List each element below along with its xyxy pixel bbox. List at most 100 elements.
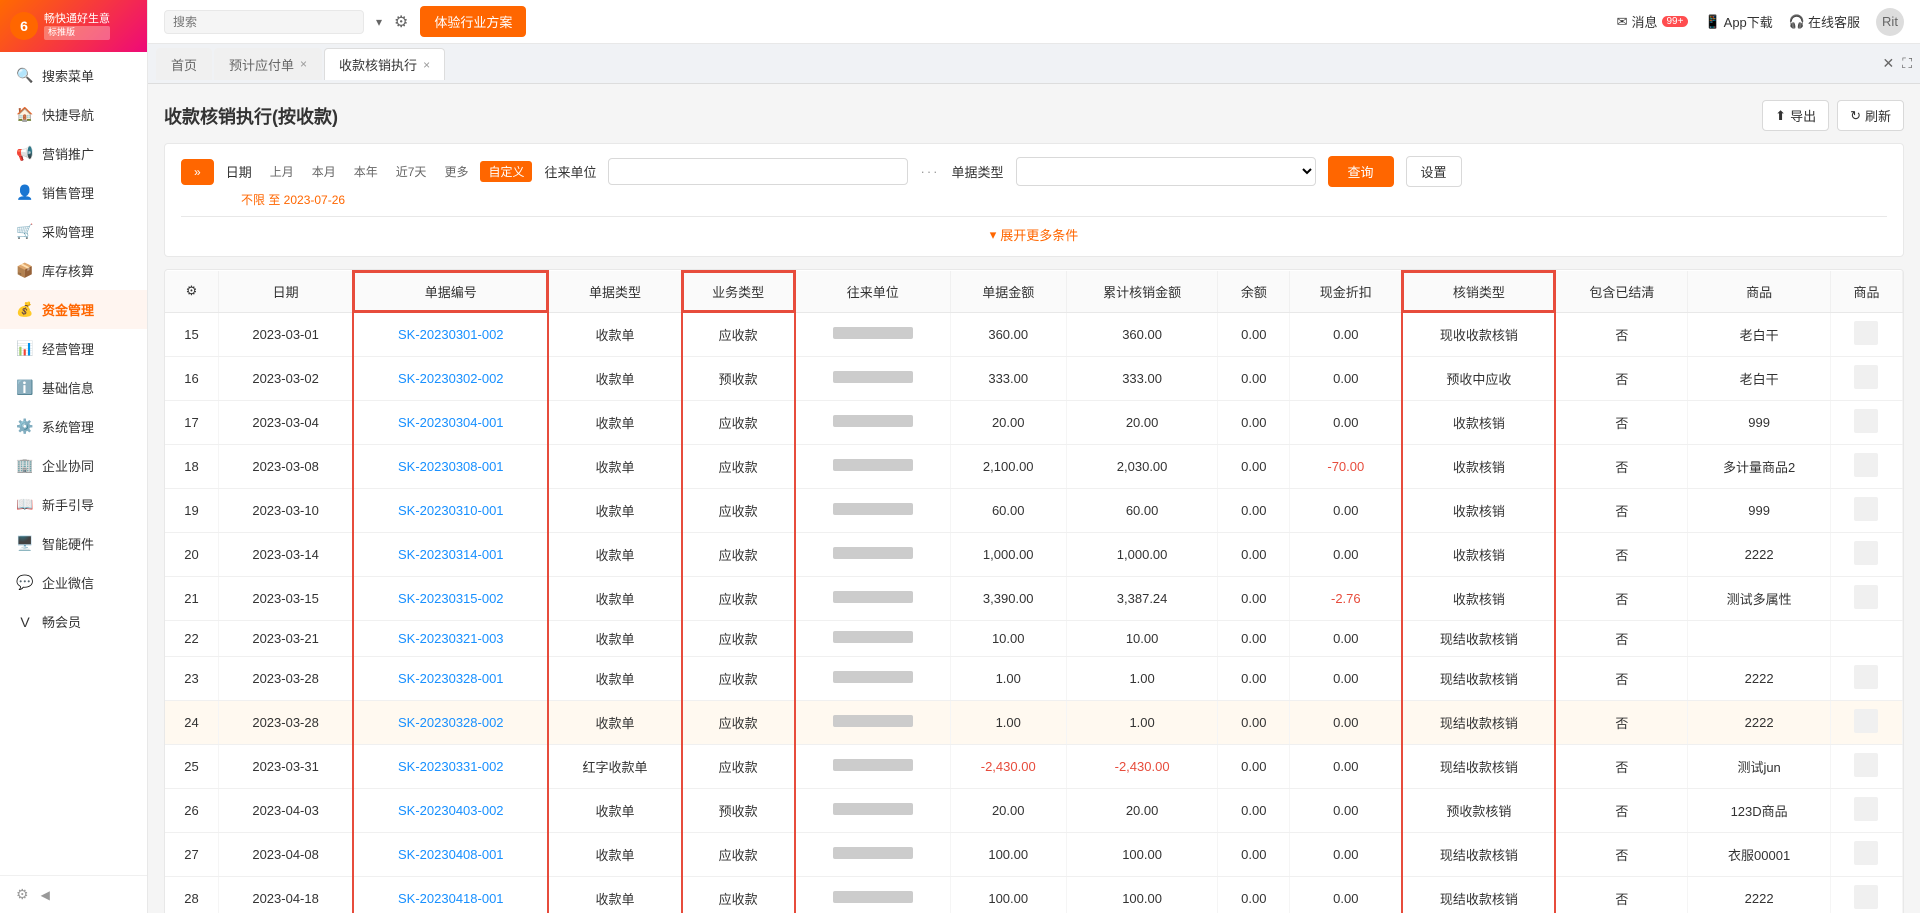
bill-no-link[interactable]: SK-20230328-001 (398, 671, 504, 686)
user-avatar[interactable]: Rit (1876, 8, 1904, 36)
cell-include-settled: 否 (1555, 744, 1687, 788)
bill-no-link[interactable]: SK-20230328-002 (398, 715, 504, 730)
table-row[interactable]: 19 2023-03-10 SK-20230310-001 收款单 应收款 60… (165, 488, 1903, 532)
table-row[interactable]: 28 2023-04-18 SK-20230418-001 收款单 应收款 10… (165, 876, 1903, 913)
last-7days-btn[interactable]: 近7天 (390, 161, 433, 182)
table-row[interactable]: 23 2023-03-28 SK-20230328-001 收款单 应收款 1.… (165, 656, 1903, 700)
col-header-biz-type: 业务类型 (682, 271, 795, 312)
bill-type-filter-select[interactable] (1016, 157, 1316, 186)
bill-no-link[interactable]: SK-20230302-002 (398, 371, 504, 386)
bill-no-link[interactable]: SK-20230403-002 (398, 803, 504, 818)
cell-include-settled: 否 (1555, 832, 1687, 876)
bill-no-link[interactable]: SK-20230304-001 (398, 415, 504, 430)
top-gear-button[interactable]: ⚙ (394, 12, 408, 32)
filter-settings-button[interactable]: 设置 (1406, 156, 1462, 187)
tab-close-prepay[interactable]: × (300, 57, 307, 71)
dropdown-button[interactable]: ▾ (376, 15, 382, 29)
table-row[interactable]: 15 2023-03-01 SK-20230301-002 收款单 应收款 36… (165, 312, 1903, 356)
table-row[interactable]: 17 2023-03-04 SK-20230304-001 收款单 应收款 20… (165, 400, 1903, 444)
tab-prepay[interactable]: 预计应付单 × (214, 48, 322, 80)
cell-bill-amount: 1.00 (950, 700, 1066, 744)
counterpart-filter-input[interactable] (608, 158, 908, 185)
table-row[interactable]: 21 2023-03-15 SK-20230315-002 收款单 应收款 3,… (165, 576, 1903, 620)
sidebar-item-sales[interactable]: 👤 销售管理 (0, 173, 147, 212)
cell-cash-discount: 0.00 (1290, 788, 1403, 832)
sidebar-item-purchase[interactable]: 🛒 采购管理 (0, 212, 147, 251)
tab-home[interactable]: 首页 (156, 48, 212, 80)
table-row[interactable]: 26 2023-04-03 SK-20230403-002 收款单 预收款 20… (165, 788, 1903, 832)
filter-expand-left-btn[interactable]: » (181, 159, 214, 185)
cell-cash-discount: 0.00 (1290, 400, 1403, 444)
cell-bill-no: SK-20230310-001 (353, 488, 548, 532)
hardware-icon: 🖥️ (16, 535, 34, 552)
cell-cash-discount: 0.00 (1290, 532, 1403, 576)
cell-cash-discount: -2.76 (1290, 576, 1403, 620)
sidebar-item-hardware[interactable]: 🖥️ 智能硬件 (0, 524, 147, 563)
last-month-btn[interactable]: 上月 (264, 161, 300, 182)
online-service-button[interactable]: 🎧 在线客服 (1789, 12, 1860, 31)
bill-no-link[interactable]: SK-20230310-001 (398, 503, 504, 518)
quick-nav-icon: 🏠 (16, 106, 34, 123)
bill-no-link[interactable]: SK-20230418-001 (398, 891, 504, 906)
table-row[interactable]: 18 2023-03-08 SK-20230308-001 收款单 应收款 2,… (165, 444, 1903, 488)
tab-label-prepay: 预计应付单 (229, 55, 294, 74)
sidebar-settings-icon[interactable]: ⚙ (16, 886, 29, 903)
query-button[interactable]: 查询 (1328, 156, 1394, 187)
sidebar-item-member[interactable]: V 畅会员 (0, 602, 147, 641)
sidebar-item-label-operations: 经营管理 (42, 339, 94, 358)
bill-no-link[interactable]: SK-20230301-002 (398, 327, 504, 342)
table-row[interactable]: 16 2023-03-02 SK-20230302-002 收款单 预收款 33… (165, 356, 1903, 400)
table-row[interactable]: 25 2023-03-31 SK-20230331-002 红字收款单 应收款 … (165, 744, 1903, 788)
sidebar-item-system[interactable]: ⚙️ 系统管理 (0, 407, 147, 446)
bill-no-link[interactable]: SK-20230331-002 (398, 759, 504, 774)
table-row[interactable]: 20 2023-03-14 SK-20230314-001 收款单 应收款 1,… (165, 532, 1903, 576)
table-row[interactable]: 22 2023-03-21 SK-20230321-003 收款单 应收款 10… (165, 620, 1903, 656)
cell-goods: 2222 (1688, 656, 1831, 700)
custom-date-btn[interactable]: 自定义 (480, 161, 532, 182)
table-row[interactable]: 24 2023-03-28 SK-20230328-002 收款单 应收款 1.… (165, 700, 1903, 744)
col-header-settings[interactable]: ⚙ (165, 271, 219, 312)
cell-balance: 0.00 (1218, 356, 1290, 400)
tab-close-button[interactable]: ✕ (1882, 55, 1894, 72)
sidebar-item-marketing[interactable]: 📢 营销推广 (0, 134, 147, 173)
tab-expand-button[interactable]: ⛶ (1902, 55, 1912, 72)
this-month-btn[interactable]: 本月 (306, 161, 342, 182)
solution-button[interactable]: 体验行业方案 (420, 6, 526, 37)
export-button[interactable]: ⬆ 导出 (1762, 100, 1829, 131)
message-button[interactable]: ✉ 消息 99+ (1617, 12, 1689, 31)
cell-bill-type: 收款单 (548, 532, 681, 576)
bill-no-link[interactable]: SK-20230308-001 (398, 459, 504, 474)
sidebar-item-guide[interactable]: 📖 新手引导 (0, 485, 147, 524)
cell-index: 23 (165, 656, 219, 700)
cell-cumulative-cancel: 1.00 (1066, 656, 1218, 700)
sidebar-item-wechat[interactable]: 💬 企业微信 (0, 563, 147, 602)
sidebar-item-enterprise[interactable]: 🏢 企业协同 (0, 446, 147, 485)
tab-close-receivable-exec[interactable]: × (423, 58, 430, 72)
filter-dots[interactable]: ··· (920, 164, 939, 179)
app-download-button[interactable]: 📱 App下载 (1704, 12, 1772, 31)
sidebar-item-finance[interactable]: 💰 资金管理 (0, 290, 147, 329)
table-row[interactable]: 27 2023-04-08 SK-20230408-001 收款单 应收款 10… (165, 832, 1903, 876)
more-dates-btn[interactable]: 更多 (438, 161, 474, 182)
top-search-input[interactable] (164, 10, 364, 34)
tab-receivable-exec[interactable]: 收款核销执行× (324, 48, 445, 80)
this-year-btn[interactable]: 本年 (348, 161, 384, 182)
sidebar-item-quick-nav[interactable]: 🏠 快捷导航 (0, 95, 147, 134)
guide-icon: 📖 (16, 496, 34, 513)
cell-date: 2023-03-08 (219, 444, 354, 488)
expand-more-conditions-btn[interactable]: ▾ 展开更多条件 (990, 225, 1079, 244)
bill-no-link[interactable]: SK-20230314-001 (398, 547, 504, 562)
cell-index: 28 (165, 876, 219, 913)
sidebar-item-base-info[interactable]: ℹ️ 基础信息 (0, 368, 147, 407)
sidebar-item-inventory[interactable]: 📦 库存核算 (0, 251, 147, 290)
sidebar-item-search[interactable]: 🔍 搜索菜单 (0, 56, 147, 95)
logo-title: 畅快通好生意 (44, 12, 110, 26)
sidebar-item-operations[interactable]: 📊 经营管理 (0, 329, 147, 368)
sidebar-collapse-icon[interactable]: ◀ (41, 888, 50, 902)
bill-no-link[interactable]: SK-20230408-001 (398, 847, 504, 862)
bill-no-link[interactable]: SK-20230321-003 (398, 631, 504, 646)
bill-no-link[interactable]: SK-20230315-002 (398, 591, 504, 606)
cell-bill-amount: 10.00 (950, 620, 1066, 656)
refresh-button[interactable]: ↻ 刷新 (1837, 100, 1904, 131)
cell-goods: 123D商品 (1688, 788, 1831, 832)
